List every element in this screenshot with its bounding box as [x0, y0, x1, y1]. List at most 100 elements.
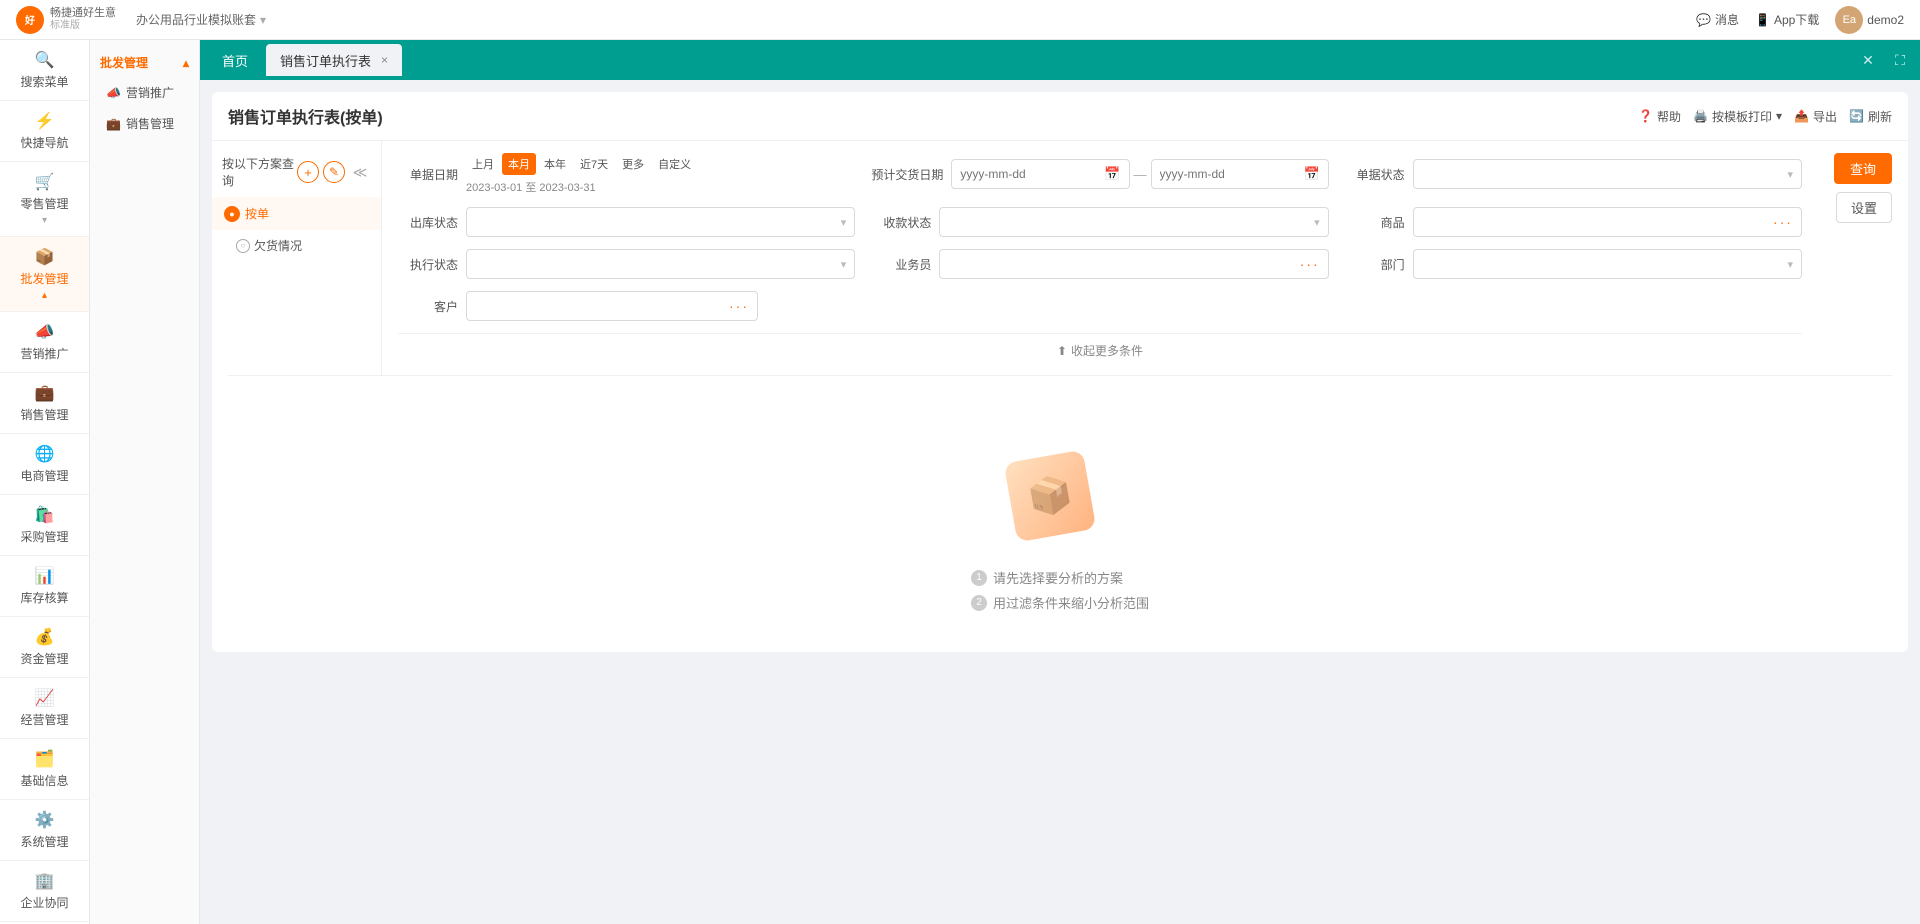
header-right: 💬 消息 📱 App下载 Ea demo2 — [1696, 6, 1904, 34]
filter-customer-field: 客户 ··· — [398, 291, 758, 321]
help-btn[interactable]: ❓ 帮助 — [1638, 108, 1681, 125]
status-select[interactable]: ▾ — [1413, 159, 1802, 189]
sub-sidebar-header[interactable]: 批发管理 ▴ — [90, 48, 199, 77]
export-icon: 📤 — [1794, 109, 1809, 123]
dept-chevron-icon: ▾ — [1787, 258, 1793, 271]
goods-label: 商品 — [1345, 214, 1405, 231]
sidebar-operations[interactable]: 📈 经营管理 — [0, 678, 89, 739]
tip-num-1: 1 — [971, 570, 987, 586]
sidebar-ecommerce[interactable]: 🌐 电商管理 — [0, 434, 89, 495]
scheme-item-shortage[interactable]: ○ 欠货情况 — [212, 230, 381, 261]
salesperson-label: 业务员 — [871, 256, 931, 273]
tab-close-all-btn[interactable]: ✕ — [1856, 48, 1880, 72]
calendar-to-icon[interactable]: 📅 — [1303, 166, 1319, 182]
outstatus-select[interactable]: ▾ — [466, 207, 855, 237]
customer-more-icon[interactable]: ··· — [729, 298, 749, 314]
status-label: 单据状态 — [1345, 166, 1405, 183]
customer-select[interactable]: ··· — [466, 291, 758, 321]
filter-execstatus-field: 执行状态 ▾ — [398, 249, 855, 279]
customer-label: 客户 — [398, 298, 458, 315]
sidebar-marketing[interactable]: 📣 营销推广 — [0, 312, 89, 373]
query-actions: 查询 设置 — [1818, 141, 1908, 375]
page-content: 销售订单执行表(按单) ❓ 帮助 🖨️ 按模板打印 ▾ 📤 — [200, 80, 1920, 924]
inventory-icon: 📊 — [35, 566, 55, 586]
outstatus-chevron-icon: ▾ — [841, 216, 847, 229]
tab-home[interactable]: 首页 — [208, 44, 262, 76]
sidebar-purchase[interactable]: 🛍️ 采购管理 — [0, 495, 89, 556]
date-more-btn[interactable]: 更多 — [616, 153, 650, 175]
scheme-add-btn[interactable]: + — [297, 161, 319, 183]
tab-active[interactable]: 销售订单执行表 × — [266, 44, 402, 76]
empty-tip-1: 1 请先选择要分析的方案 — [971, 568, 1149, 587]
sub-sidebar-marketing[interactable]: 📣 营销推广 — [90, 77, 199, 108]
payment-chevron-icon: ▾ — [1314, 216, 1320, 229]
filter-payment-field: 收款状态 ▾ — [871, 207, 1328, 237]
sub-sidebar-sales[interactable]: 💼 销售管理 — [90, 108, 199, 139]
user-area[interactable]: Ea demo2 — [1835, 6, 1904, 34]
download-icon: 📱 — [1755, 13, 1770, 27]
scheme-edit-btn[interactable]: ✎ — [323, 161, 345, 183]
sidebar-system[interactable]: ⚙️ 系统管理 — [0, 800, 89, 861]
tab-expand-btn[interactable]: ⛶ — [1888, 48, 1912, 72]
breadcrumb[interactable]: 办公用品行业模拟账套 ▾ — [136, 11, 266, 28]
logo-area: 好 畅捷通好生意 标准版 — [16, 6, 116, 34]
sidebar-finance[interactable]: 💰 资金管理 — [0, 617, 89, 678]
quicknav-icon: ⚡ — [35, 111, 55, 131]
sub-sidebar: 批发管理 ▴ 📣 营销推广 💼 销售管理 — [90, 40, 200, 924]
scheme-collapse-btn[interactable]: ≪ — [349, 161, 371, 183]
outstatus-label: 出库状态 — [398, 214, 458, 231]
search-btn[interactable]: 查询 — [1834, 153, 1892, 184]
message-btn[interactable]: 💬 消息 — [1696, 11, 1739, 28]
status-chevron-icon: ▾ — [1787, 168, 1793, 181]
sidebar-wholesale[interactable]: 📦 批发管理 ▴ — [0, 237, 89, 312]
page-title: 销售订单执行表(按单) — [228, 104, 383, 128]
retail-icon: 🛒 — [35, 172, 55, 192]
sidebar-quicknav[interactable]: ⚡ 快捷导航 — [0, 101, 89, 162]
date-year-btn[interactable]: 本年 — [538, 153, 572, 175]
tab-close-btn[interactable]: × — [381, 54, 388, 66]
filter-row-3: 执行状态 ▾ 业务员 ··· — [398, 249, 1802, 279]
expected-date-to[interactable]: 📅 — [1151, 159, 1329, 189]
calendar-from-icon[interactable]: 📅 — [1104, 166, 1120, 182]
refresh-btn[interactable]: 🔄 刷新 — [1849, 108, 1892, 125]
sidebar-sales[interactable]: 💼 销售管理 — [0, 373, 89, 434]
date-label: 单据日期 — [398, 166, 458, 183]
sales-icon: 💼 — [35, 383, 55, 403]
logo-text: 畅捷通好生意 标准版 — [50, 7, 116, 32]
sidebar-basics[interactable]: 🗂️ 基础信息 — [0, 739, 89, 800]
date-prev-month-btn[interactable]: 上月 — [466, 153, 500, 175]
scheme-dot-icon: ● — [224, 206, 240, 222]
sidebar-retail[interactable]: 🛒 零售管理 ▾ — [0, 162, 89, 237]
message-icon: 💬 — [1696, 13, 1711, 27]
export-btn[interactable]: 📤 导出 — [1794, 108, 1837, 125]
expected-date-from-input[interactable] — [960, 167, 1100, 181]
collapse-bar[interactable]: ⬆ 收起更多条件 — [398, 333, 1802, 363]
goods-more-icon[interactable]: ··· — [1773, 214, 1793, 230]
dept-select[interactable]: ▾ — [1413, 249, 1802, 279]
expected-date-from[interactable]: 📅 — [951, 159, 1129, 189]
expected-date-to-input[interactable] — [1160, 167, 1300, 181]
goods-select[interactable]: ··· — [1413, 207, 1802, 237]
app-download-btn[interactable]: 📱 App下载 — [1755, 11, 1819, 28]
print-btn[interactable]: 🖨️ 按模板打印 ▾ — [1693, 108, 1782, 125]
settings-btn[interactable]: 设置 — [1836, 192, 1892, 223]
date-separator: — — [1134, 167, 1147, 182]
payment-select[interactable]: ▾ — [939, 207, 1328, 237]
finance-icon: 💰 — [35, 627, 55, 647]
print-chevron-icon: ▾ — [1776, 109, 1782, 123]
execstatus-select[interactable]: ▾ — [466, 249, 855, 279]
salesperson-select[interactable]: ··· — [939, 249, 1328, 279]
sidebar-inventory[interactable]: 📊 库存核算 — [0, 556, 89, 617]
salesperson-more-icon[interactable]: ··· — [1300, 256, 1320, 272]
scheme-item-order[interactable]: ● 按单 — [212, 197, 381, 230]
filter-status-field: 单据状态 ▾ — [1345, 159, 1802, 189]
date-week-btn[interactable]: 近7天 — [574, 153, 614, 175]
refresh-icon: 🔄 — [1849, 109, 1864, 123]
date-custom-btn[interactable]: 自定义 — [652, 153, 697, 175]
date-cur-month-btn[interactable]: 本月 — [502, 153, 536, 175]
filter-expected-date-field: 预计交货日期 📅 — 📅 — [871, 159, 1328, 189]
date-range-text: 2023-03-01 至 2023-03-31 — [466, 179, 855, 195]
empty-icon-box: 📦 — [1004, 450, 1097, 543]
sidebar-enterprise[interactable]: 🏢 企业协同 — [0, 861, 89, 922]
sidebar-search[interactable]: 🔍 搜索菜单 — [0, 40, 89, 101]
